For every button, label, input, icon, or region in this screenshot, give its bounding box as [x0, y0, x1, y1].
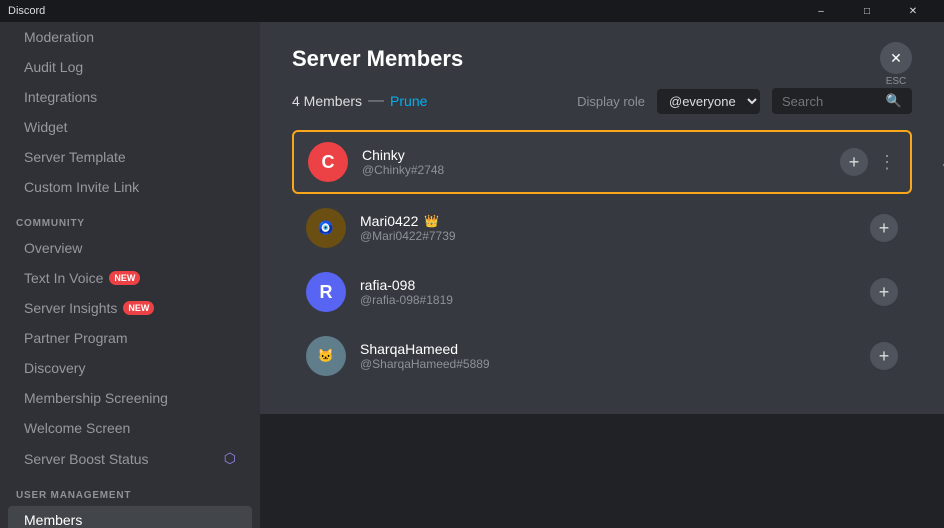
member-info-chinky: Chinky @Chinky#2748: [362, 147, 840, 177]
add-role-button-mari0422[interactable]: +: [870, 214, 898, 242]
page-title: Server Members: [292, 46, 463, 72]
sidebar-item-welcome-screen[interactable]: Welcome Screen: [8, 414, 252, 442]
sidebar-item-server-insights[interactable]: Server Insights NEW: [8, 294, 252, 322]
sidebar-item-widget[interactable]: Widget: [8, 113, 252, 141]
avatar-chinky: C: [308, 142, 348, 182]
sidebar-item-text-in-voice[interactable]: Text In Voice NEW: [8, 264, 252, 292]
more-options-button-chinky[interactable]: ⋮: [878, 152, 896, 173]
app-title: Discord: [8, 5, 45, 17]
member-tag-rafia098: @rafia-098#1819: [360, 293, 870, 307]
member-name-mari0422: Mari0422 👑: [360, 213, 870, 229]
avatar-rafia098: R: [306, 272, 346, 312]
member-row-rafia098[interactable]: R rafia-098 @rafia-098#1819 +: [292, 262, 912, 322]
maximize-button[interactable]: □: [844, 0, 890, 22]
member-name-chinky: Chinky: [362, 147, 840, 163]
member-tag-sharqahameed: @SharqaHameed#5889: [360, 357, 870, 371]
sidebar: Moderation Audit Log Integrations Widget…: [0, 22, 260, 528]
member-tag-chinky: @Chinky#2748: [362, 163, 840, 177]
sidebar-item-partner-program[interactable]: Partner Program: [8, 324, 252, 352]
new-badge-text-in-voice: NEW: [109, 271, 140, 285]
add-role-button-sharqahameed[interactable]: +: [870, 342, 898, 370]
member-tag-mari0422: @Mari0422#7739: [360, 229, 870, 243]
member-actions-chinky: + ⋮: [840, 148, 896, 176]
avatar-mari0422: 🧿: [306, 208, 346, 248]
member-actions-mari0422: +: [870, 214, 898, 242]
search-box[interactable]: 🔍: [772, 88, 912, 114]
sidebar-item-audit-log[interactable]: Audit Log: [8, 53, 252, 81]
titlebar: Discord – □ ✕: [0, 0, 944, 22]
member-info-sharqahameed: SharqaHameed @SharqaHameed#5889: [360, 341, 870, 371]
member-actions-rafia098: +: [870, 278, 898, 306]
sidebar-item-custom-invite-link[interactable]: Custom Invite Link: [8, 173, 252, 201]
members-controls: Display role @everyone 🔍: [577, 88, 912, 114]
esc-button[interactable]: ✕: [880, 42, 912, 74]
esc-label: ESC: [886, 76, 907, 87]
members-count: 4 Members: [292, 93, 362, 109]
sidebar-item-moderation[interactable]: Moderation: [8, 23, 252, 51]
boost-icon: ⬡: [224, 450, 236, 467]
minimize-button[interactable]: –: [798, 0, 844, 22]
member-row-mari0422[interactable]: 🧿 Mari0422 👑 @Mari0422#7739 +: [292, 198, 912, 258]
avatar-sharqahameed: 🐱: [306, 336, 346, 376]
sidebar-item-server-boost-status[interactable]: Server Boost Status ⬡: [8, 444, 252, 473]
members-meta: 4 Members — Prune Display role @everyone…: [292, 88, 912, 114]
member-name-sharqahameed: SharqaHameed: [360, 341, 870, 357]
search-input[interactable]: [782, 94, 880, 109]
crown-icon: 👑: [424, 214, 439, 228]
search-icon: 🔍: [886, 93, 902, 109]
main-content: Server Members ✕ ESC 4 Members — Prune D…: [260, 22, 944, 414]
new-badge-server-insights: NEW: [123, 301, 154, 315]
window-controls: – □ ✕: [798, 0, 936, 22]
prune-link[interactable]: Prune: [390, 93, 427, 109]
member-actions-sharqahameed: +: [870, 342, 898, 370]
member-row-sharqahameed[interactable]: 🐱 SharqaHameed @SharqaHameed#5889 +: [292, 326, 912, 386]
dash: —: [368, 92, 384, 110]
member-info-mari0422: Mari0422 👑 @Mari0422#7739: [360, 213, 870, 243]
add-role-button-rafia098[interactable]: +: [870, 278, 898, 306]
sidebar-item-overview[interactable]: Overview: [8, 234, 252, 262]
sidebar-item-server-template[interactable]: Server Template: [8, 143, 252, 171]
display-role-label: Display role: [577, 94, 645, 109]
user-management-section-label: USER MANAGEMENT: [0, 474, 260, 505]
role-select[interactable]: @everyone: [657, 89, 760, 114]
community-section-label: COMMUNITY: [0, 202, 260, 233]
sidebar-item-membership-screening[interactable]: Membership Screening: [8, 384, 252, 412]
sidebar-item-members[interactable]: Members: [8, 506, 252, 528]
sidebar-item-discovery[interactable]: Discovery: [8, 354, 252, 382]
arrow-indicator: ←: [938, 148, 944, 176]
add-role-button-chinky[interactable]: +: [840, 148, 868, 176]
member-info-rafia098: rafia-098 @rafia-098#1819: [360, 277, 870, 307]
member-row-chinky[interactable]: C Chinky @Chinky#2748 + ⋮ ←: [292, 130, 912, 194]
app-container: Moderation Audit Log Integrations Widget…: [0, 22, 944, 528]
close-button[interactable]: ✕: [890, 0, 936, 22]
member-name-rafia098: rafia-098: [360, 277, 870, 293]
sidebar-item-integrations[interactable]: Integrations: [8, 83, 252, 111]
